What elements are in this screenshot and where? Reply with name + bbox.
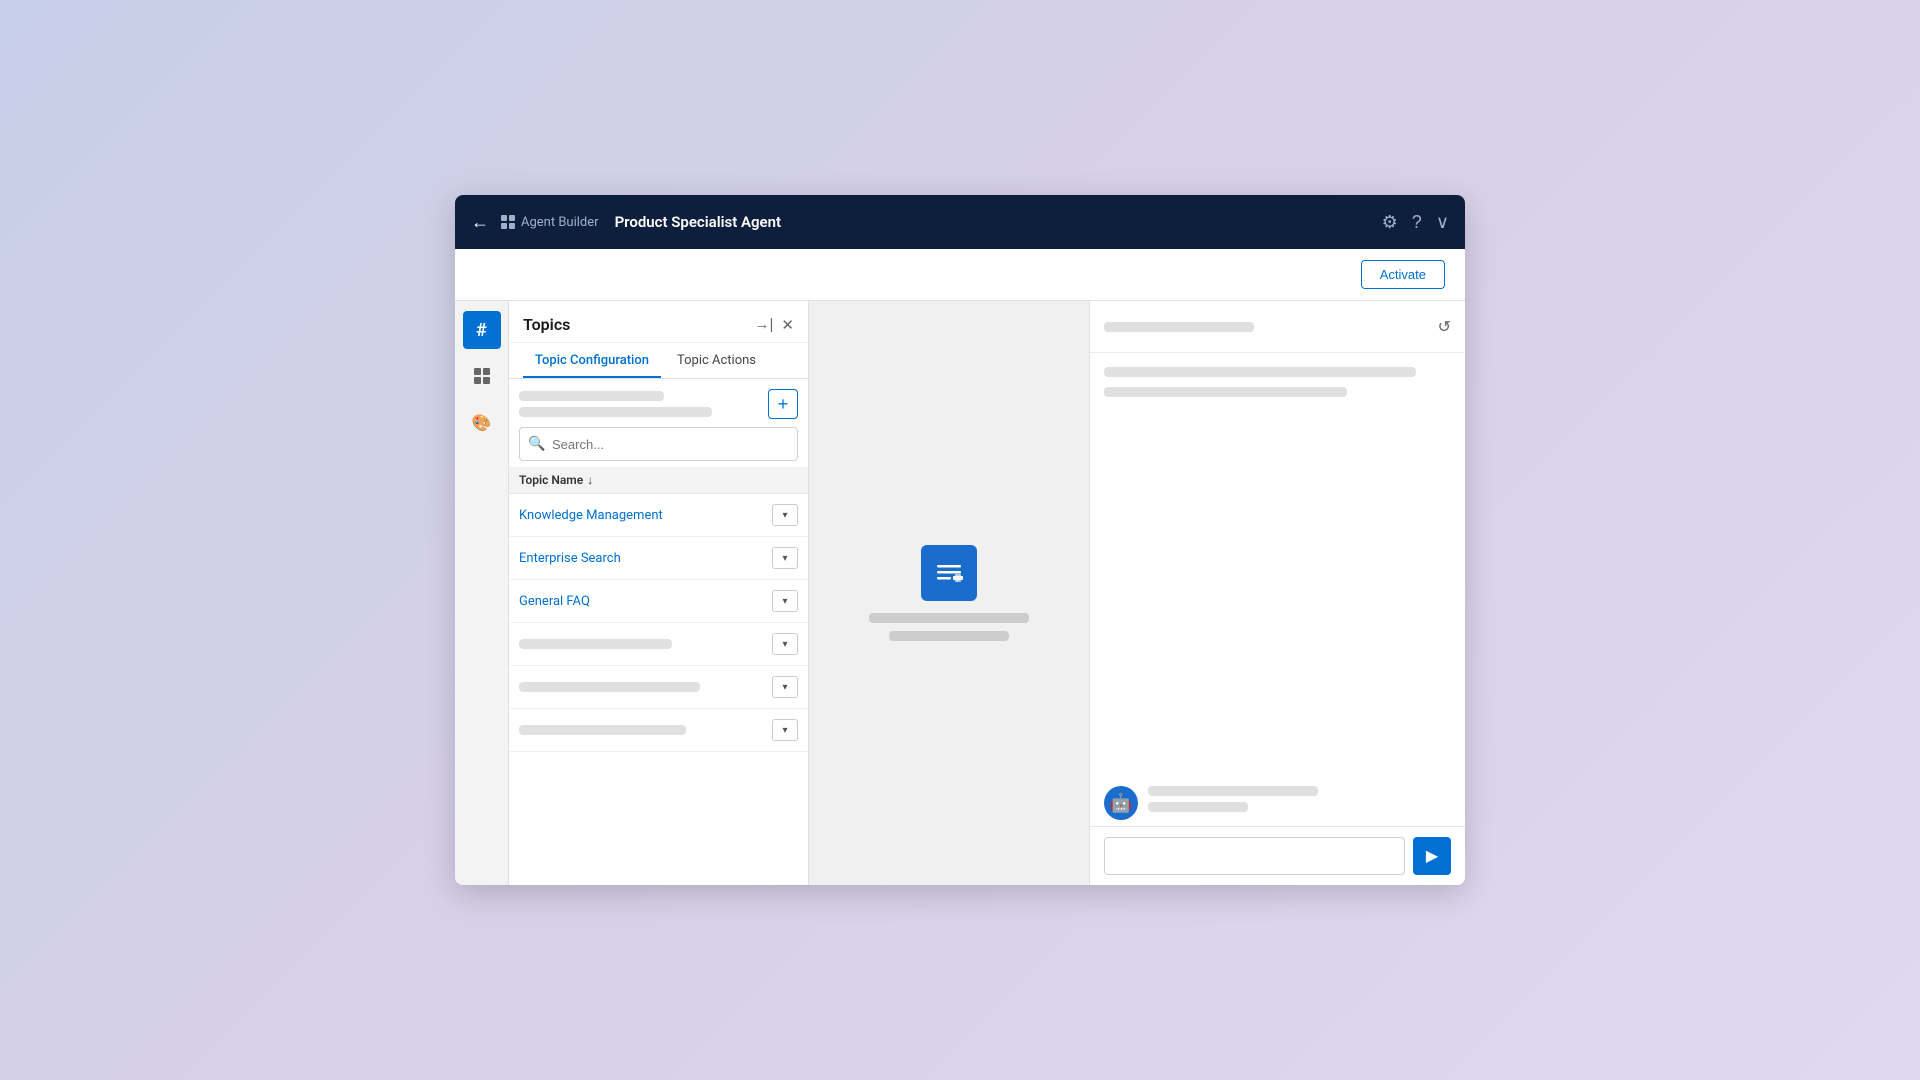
send-button[interactable]: ▶ bbox=[1413, 837, 1451, 875]
help-icon: ? bbox=[1412, 212, 1422, 233]
sidebar-icons: # 🎨 bbox=[455, 301, 509, 885]
list-item: ▾ bbox=[509, 666, 808, 709]
chat-bubble bbox=[1148, 786, 1318, 812]
app-label: Agent Builder bbox=[501, 215, 599, 230]
topics-title: Topics bbox=[523, 315, 570, 334]
tabs: Topic Configuration Topic Actions bbox=[509, 343, 808, 379]
collapse-icon: →| bbox=[755, 316, 774, 333]
chat-input[interactable] bbox=[1104, 837, 1405, 875]
chat-message: 🤖 bbox=[1104, 786, 1451, 820]
list-item: General FAQ ▾ bbox=[509, 580, 808, 623]
topic-link-general-faq[interactable]: General FAQ bbox=[519, 594, 590, 609]
refresh-button[interactable]: ↺ bbox=[1438, 317, 1451, 337]
settings-icon: ⚙ bbox=[1382, 212, 1398, 233]
center-panel bbox=[809, 301, 1089, 885]
grid-nav-icon bbox=[474, 368, 490, 384]
nav-actions: ⚙ ? ∨ bbox=[1382, 212, 1449, 233]
app-window: ← Agent Builder Product Specialist Agent… bbox=[455, 195, 1465, 885]
builder-label-text: Agent Builder bbox=[521, 215, 599, 230]
back-arrow-icon: ← bbox=[471, 212, 489, 233]
settings-button[interactable]: ⚙ bbox=[1382, 212, 1398, 233]
topic-name-column-header: Topic Name ↓ bbox=[519, 473, 593, 487]
skeleton-line bbox=[1104, 387, 1347, 397]
topic-dropdown-btn-5[interactable]: ▾ bbox=[772, 719, 798, 741]
hash-icon: # bbox=[476, 320, 487, 341]
skeleton-bar-1 bbox=[519, 391, 664, 401]
right-panel-header: ↺ bbox=[1090, 301, 1465, 353]
sidebar-item-palette[interactable]: 🎨 bbox=[463, 403, 501, 441]
topic-dropdown-btn-2[interactable]: ▾ bbox=[772, 590, 798, 612]
send-icon: ▶ bbox=[1426, 846, 1438, 866]
skeleton-row-bar bbox=[519, 682, 700, 692]
skeleton-bar-2 bbox=[519, 407, 712, 417]
topic-table-header: Topic Name ↓ bbox=[509, 467, 808, 494]
right-chat-area: 🤖 bbox=[1090, 596, 1465, 827]
center-skeleton-bar-2 bbox=[889, 631, 1009, 641]
search-input[interactable] bbox=[519, 427, 798, 461]
activate-button[interactable]: Activate bbox=[1361, 260, 1445, 289]
sidebar-item-grid[interactable] bbox=[463, 357, 501, 395]
add-topic-button[interactable]: + bbox=[768, 389, 798, 419]
close-panel-button[interactable]: ✕ bbox=[781, 316, 794, 334]
list-item: Knowledge Management ▾ bbox=[509, 494, 808, 537]
top-nav: ← Agent Builder Product Specialist Agent… bbox=[455, 195, 1465, 249]
activate-bar: Activate bbox=[455, 249, 1465, 301]
grid-icon bbox=[501, 215, 515, 229]
collapse-panel-button[interactable]: →| bbox=[755, 316, 774, 334]
center-skeleton bbox=[869, 613, 1029, 641]
list-item: ▾ bbox=[509, 623, 808, 666]
chevron-down-icon: ∨ bbox=[1436, 212, 1449, 233]
skeleton-row-bar bbox=[519, 639, 672, 649]
chevron-down-button[interactable]: ∨ bbox=[1436, 212, 1449, 233]
right-input-area: ▶ bbox=[1090, 826, 1465, 885]
topic-link-knowledge-management[interactable]: Knowledge Management bbox=[519, 508, 663, 523]
search-icon: 🔍 bbox=[528, 436, 545, 452]
chat-skeleton-1 bbox=[1148, 786, 1318, 796]
topics-header-actions: →| ✕ bbox=[755, 316, 794, 334]
topics-header: Topics →| ✕ bbox=[509, 301, 808, 343]
back-button[interactable]: ← bbox=[471, 212, 489, 233]
sort-icon: ↓ bbox=[587, 473, 593, 487]
tab-actions[interactable]: Topic Actions bbox=[665, 343, 768, 378]
center-skeleton-bar-1 bbox=[869, 613, 1029, 623]
topic-list: Knowledge Management ▾ Enterprise Search… bbox=[509, 494, 808, 885]
avatar-icon: 🤖 bbox=[1110, 793, 1132, 814]
list-item: ▾ bbox=[509, 709, 808, 752]
tab-configuration[interactable]: Topic Configuration bbox=[523, 343, 661, 378]
topic-list-controls: + 🔍 bbox=[509, 379, 808, 467]
right-panel: ↺ 🤖 bbox=[1089, 301, 1465, 885]
topic-link-enterprise-search[interactable]: Enterprise Search bbox=[519, 551, 621, 566]
skeleton-line bbox=[1104, 367, 1416, 377]
topic-dropdown-btn-3[interactable]: ▾ bbox=[772, 633, 798, 655]
avatar: 🤖 bbox=[1104, 786, 1138, 820]
center-icon-box bbox=[921, 545, 977, 601]
skeleton-row-bar bbox=[519, 725, 686, 735]
main-content: # 🎨 Topics →| bbox=[455, 301, 1465, 885]
right-panel-body bbox=[1090, 353, 1465, 596]
topics-panel: Topics →| ✕ Topic Configuration Topic Ac… bbox=[509, 301, 809, 885]
page-title: Product Specialist Agent bbox=[615, 213, 1382, 231]
topic-dropdown-btn-0[interactable]: ▾ bbox=[772, 504, 798, 526]
right-panel-title-skeleton bbox=[1104, 322, 1254, 332]
search-wrap: 🔍 bbox=[519, 427, 798, 461]
sidebar-item-topics[interactable]: # bbox=[463, 311, 501, 349]
close-icon: ✕ bbox=[781, 316, 794, 334]
right-skeleton-lines bbox=[1104, 367, 1451, 397]
topic-dropdown-btn-1[interactable]: ▾ bbox=[772, 547, 798, 569]
list-icon bbox=[933, 557, 965, 589]
chat-skeleton-2 bbox=[1148, 802, 1248, 812]
list-item: Enterprise Search ▾ bbox=[509, 537, 808, 580]
palette-icon: 🎨 bbox=[472, 413, 492, 432]
help-button[interactable]: ? bbox=[1412, 212, 1422, 233]
topic-dropdown-btn-4[interactable]: ▾ bbox=[772, 676, 798, 698]
